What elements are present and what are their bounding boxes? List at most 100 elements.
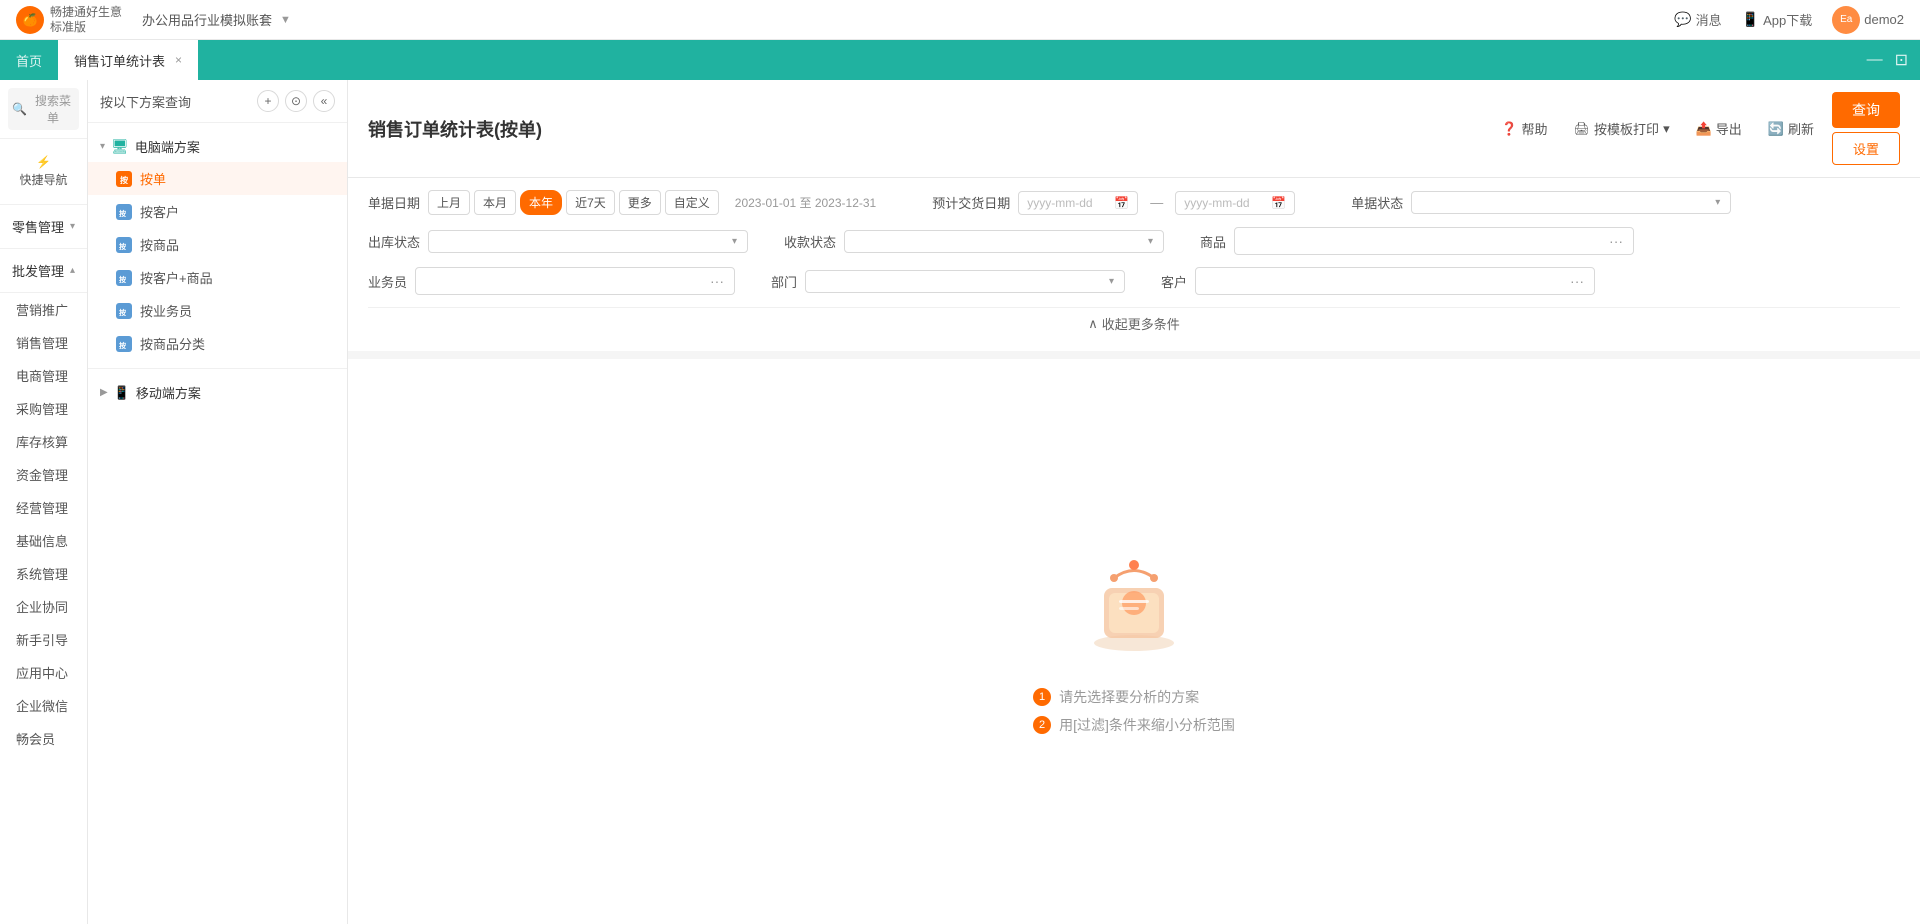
tab-home[interactable]: 首页 [0,40,58,80]
sidebar-item-operation[interactable]: 经营管理 [0,491,87,524]
date-more-btn[interactable]: 更多 [619,190,661,215]
expected-date-start-input[interactable]: yyyy-mm-dd 📅 [1018,191,1138,215]
sidebar-item-purchase[interactable]: 采购管理 [0,392,87,425]
tab-close-icon[interactable]: × [175,53,182,67]
date-custom-btn[interactable]: 自定义 [665,190,719,215]
status-select[interactable]: ▾ [1411,191,1731,214]
tab-maximize-btn[interactable]: ⊡ [1891,46,1912,74]
settings-button[interactable]: 设置 [1832,132,1900,165]
message-action[interactable]: 💬 消息 [1674,10,1721,29]
scheme-by-customer-goods[interactable]: 按 按客户+商品 [88,261,347,294]
scheme-by-customer[interactable]: 按 按客户 [88,195,347,228]
customer-dots[interactable]: ··· [1570,273,1584,289]
salesperson-input[interactable]: ··· [415,267,735,295]
by-customer-label: 按客户 [140,202,179,221]
out-status-select[interactable]: ▾ [428,230,748,253]
query-button[interactable]: 查询 [1832,92,1900,128]
date-last-month-btn[interactable]: 上月 [428,190,470,215]
sidebar-item-basic[interactable]: 基础信息 [0,524,87,557]
sidebar-item-ecommerce[interactable]: 电商管理 [0,359,87,392]
sidebar-item-wholesale[interactable]: 批发管理 ▴ [0,249,87,293]
app-download-action[interactable]: 📱 App下载 [1742,10,1813,29]
content-wrapper: 按以下方案查询 + ⊙ « ▾ 🖥 电脑端方案 按 按单 [88,80,1920,924]
user-profile[interactable]: Ea demo2 [1832,6,1904,34]
svg-text:按: 按 [119,209,126,217]
sidebar-item-inventory[interactable]: 库存核算 [0,425,87,458]
hint1-text: 请先选择要分析的方案 [1059,687,1199,707]
by-salesperson-icon: 按 [116,303,132,319]
empty-hints: 1 请先选择要分析的方案 2 用[过滤]条件来缩小分析范围 [1033,687,1235,735]
wholesale-label: 批发管理 [12,261,64,280]
sidebar-item-finance[interactable]: 资金管理 [0,458,87,491]
salesperson-dots[interactable]: ··· [710,273,724,289]
scheme-by-category[interactable]: 按 按商品分类 [88,327,347,360]
mobile-scheme-title[interactable]: ▶ 📱 移动端方案 [88,377,347,408]
hint1-num: 1 [1033,688,1051,706]
mobile-scheme-section: ▶ 📱 移动端方案 [88,368,347,416]
sidebar-item-appcenter[interactable]: 应用中心 [0,656,87,689]
tab-minimize-btn[interactable]: — [1863,47,1887,73]
top-bar-right: 💬 消息 📱 App下载 Ea demo2 [1674,6,1904,34]
tab-bar: 首页 销售订单统计表 × — ⊡ [0,40,1920,80]
right-content: 销售订单统计表(按单) ❓ 帮助 🖨 按模板打印 ▾ 📤 [348,80,1920,924]
date-label: 单据日期 [368,193,420,212]
dept-select[interactable]: ▾ [805,270,1125,293]
print-icon: 🖨 [1574,121,1591,137]
tab-active[interactable]: 销售订单统计表 × [58,40,198,80]
sidebar-item-enterprise[interactable]: 企业协同 [0,590,87,623]
scheme-by-salesperson[interactable]: 按 按业务员 [88,294,347,327]
help-action[interactable]: ❓ 帮助 [1493,115,1555,142]
ecommerce-label: 电商管理 [16,366,68,385]
by-category-label: 按商品分类 [140,334,205,353]
finance-label: 资金管理 [16,465,68,484]
date-this-month-btn[interactable]: 本月 [474,190,516,215]
sidebar-item-retail[interactable]: 零售管理 ▾ [0,205,87,249]
sidebar-search-btn[interactable]: 🔍 搜索菜单 [8,88,79,130]
add-scheme-btn[interactable]: + [257,90,279,112]
goods-dots[interactable]: ··· [1609,233,1623,249]
date-this-year-btn[interactable]: 本年 [520,190,562,215]
filter-goods: 商品 ··· [1200,227,1634,255]
collect-status-select[interactable]: ▾ [844,230,1164,253]
desktop-scheme-parent[interactable]: ▾ 🖥 电脑端方案 [88,131,347,162]
scheme-by-order[interactable]: 按 按单 [88,162,347,195]
sidebar-item-member[interactable]: 畅会员 [0,722,87,755]
desktop-scheme-section: ▾ 🖥 电脑端方案 按 按单 按 按客户 [88,123,347,368]
collapse-arrow: ∧ [1088,316,1098,332]
export-label: 导出 [1716,119,1742,138]
query-buttons: 查询 设置 [1832,92,1900,165]
collapse-panel-btn[interactable]: « [313,90,335,112]
by-goods-label: 按商品 [140,235,179,254]
user-name: demo2 [1864,12,1904,27]
page-title: 销售订单统计表(按单) [368,116,542,142]
desktop-arrow: ▾ [100,141,105,152]
top-bar: 🍊 畅捷通好生意 标准版 办公用品行业模拟账套 ▼ 💬 消息 📱 App下载 E… [0,0,1920,40]
sidebar-item-newbie[interactable]: 新手引导 [0,623,87,656]
weixin-label: 企业微信 [16,696,68,715]
scheme-by-goods[interactable]: 按 按商品 [88,228,347,261]
sidebar-item-weixin[interactable]: 企业微信 [0,689,87,722]
refresh-action[interactable]: 🔄 刷新 [1760,115,1822,142]
sidebar-item-shortcut[interactable]: ⚡ 快捷导航 [0,147,87,196]
by-order-label: 按单 [140,169,166,188]
sidebar-item-sales[interactable]: 销售管理 [0,326,87,359]
sidebar-item-marketing[interactable]: 营销推广 [0,293,87,326]
goods-input[interactable]: ··· [1234,227,1634,255]
filter-row-date: 单据日期 上月 本月 本年 近7天 更多 自定义 2023-01-01 至 20… [368,190,1900,215]
template-print-action[interactable]: 🖨 按模板打印 ▾ [1566,115,1678,142]
customer-input[interactable]: ··· [1195,267,1595,295]
sidebar-item-system[interactable]: 系统管理 [0,557,87,590]
filter-out-status: 出库状态 ▾ [368,230,748,253]
filter-date-item: 单据日期 上月 本月 本年 近7天 更多 自定义 [368,190,719,215]
inventory-label: 库存核算 [16,432,68,451]
avatar-text: Ea [1840,14,1852,25]
shortcut-icon: ⚡ [36,155,51,169]
collapse-filter-btn[interactable]: ∧ 收起更多条件 [368,307,1900,339]
export-action[interactable]: 📤 导出 [1688,115,1750,142]
app-dropdown-arrow[interactable]: ▼ [280,14,291,26]
settings-scheme-btn[interactable]: ⊙ [285,90,307,112]
export-icon: 📤 [1696,121,1712,137]
mobile-icon: 📱 [114,385,130,401]
expected-date-end-input[interactable]: yyyy-mm-dd 📅 [1175,191,1295,215]
date-7days-btn[interactable]: 近7天 [566,190,615,215]
